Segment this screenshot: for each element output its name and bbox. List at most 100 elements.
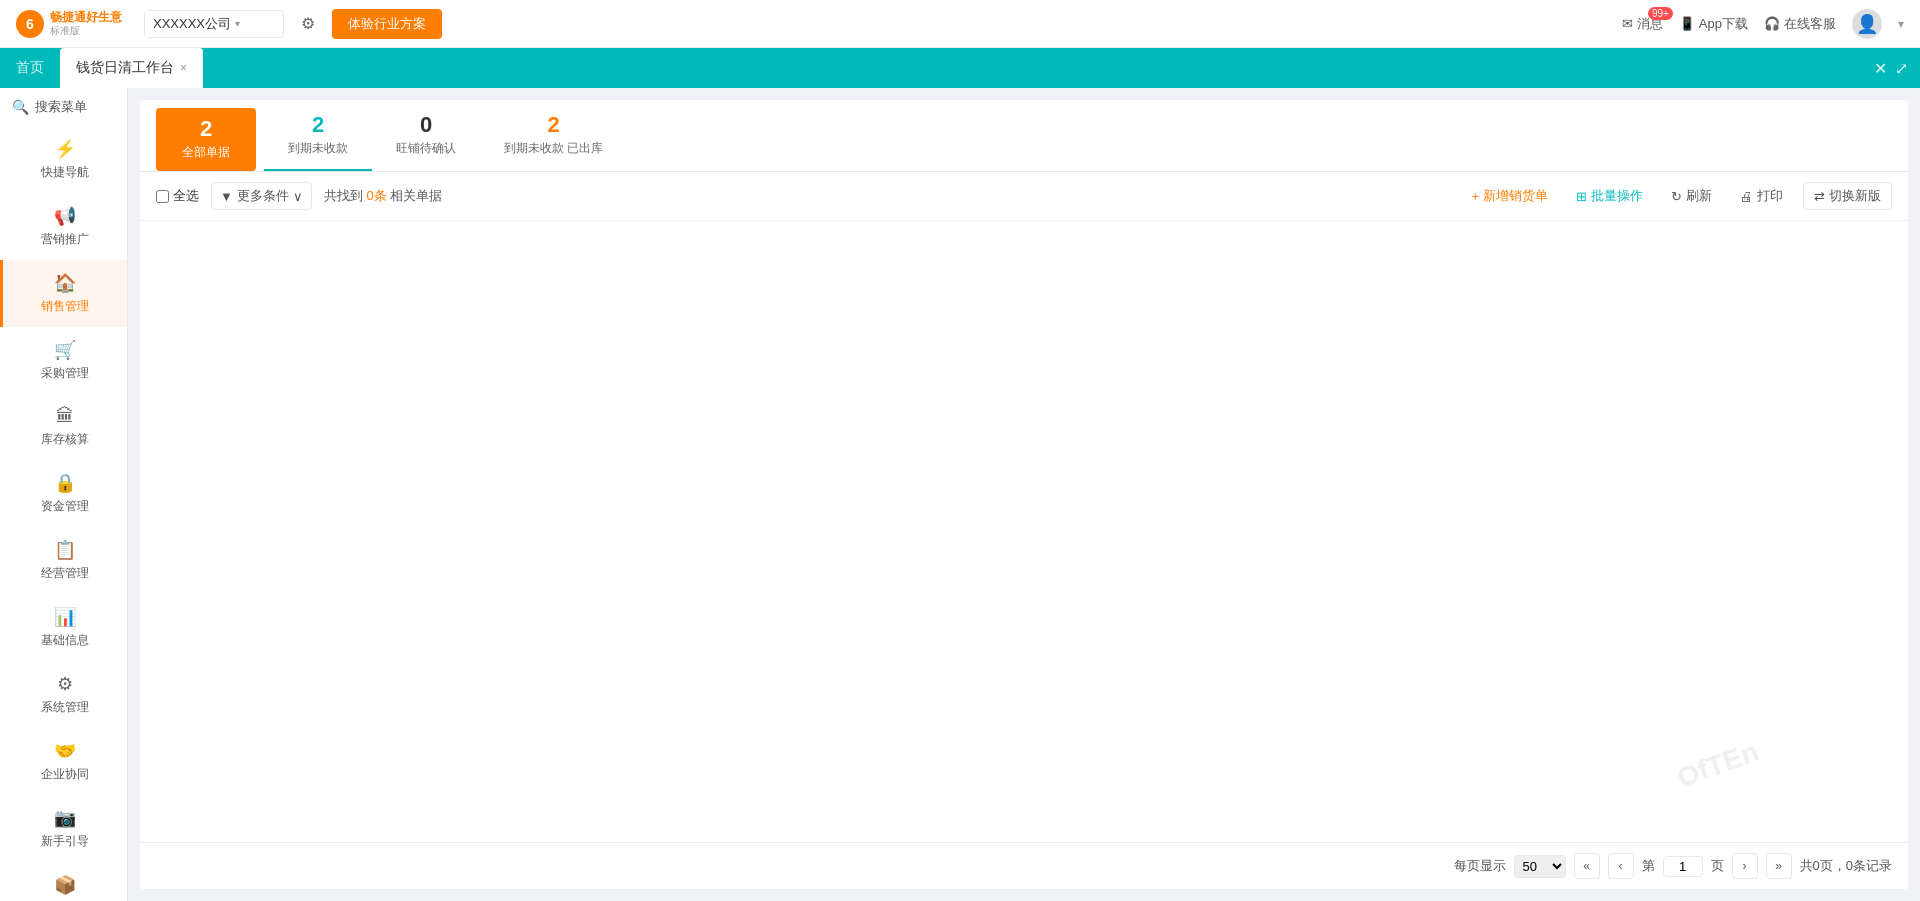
- experience-button[interactable]: 体验行业方案: [332, 9, 442, 39]
- batch-button[interactable]: ⊞ 批量操作: [1568, 183, 1651, 209]
- sidebar-item-kucunhesuan[interactable]: 🏛 库存核算: [0, 394, 127, 460]
- print-icon: 🖨: [1740, 189, 1753, 204]
- add-sales-button[interactable]: + 新增销货单: [1463, 183, 1556, 209]
- kucunhesuan-icon: 🏛: [56, 406, 74, 427]
- logo-area: 6 畅捷通好生意 标准版: [16, 10, 144, 38]
- content-inner: 2 全部单据 2 到期未收款 0 旺铺待确认 2 到期未收款 已出库: [140, 100, 1908, 889]
- user-menu[interactable]: ▾: [1898, 9, 1904, 39]
- switch-icon: ⇄: [1814, 189, 1825, 204]
- sidebar-item-kuaijiedaohang[interactable]: ⚡ 快捷导航: [0, 126, 127, 193]
- company-selector[interactable]: XXXXXX公司 ▾: [144, 10, 284, 38]
- logo-title: 畅捷通好生意: [50, 10, 122, 24]
- batch-icon: ⊞: [1576, 189, 1587, 204]
- message-button[interactable]: ✉ 消息 99+: [1622, 15, 1663, 33]
- jichuxinxi-icon: 📊: [54, 606, 76, 628]
- toolbar: 全选 ▼ 更多条件 ∨ 共找到 0条 相关单据 + 新增销货单 ⊞: [140, 172, 1908, 221]
- print-label: 打印: [1757, 187, 1783, 205]
- stats-wangpu-label: 旺铺待确认: [396, 140, 456, 157]
- per-page-select[interactable]: 50 100 200: [1514, 855, 1566, 878]
- chevron-down-icon: ▾: [235, 18, 240, 29]
- sidebar-item-jichuxinxi[interactable]: 📊 基础信息: [0, 594, 127, 661]
- page-first-button[interactable]: «: [1574, 853, 1600, 879]
- logo-icon: 6: [16, 10, 44, 38]
- stats-expired-label: 到期未收款: [288, 140, 348, 157]
- filter-chevron: ∨: [293, 189, 303, 204]
- sidebar: 🔍 搜索菜单 ⚡ 快捷导航 📢 营销推广 🏠 销售管理 🛒 采购管理 🏛 库存核…: [0, 88, 128, 901]
- sidebar-item-xiaoshouguanli[interactable]: 🏠 销售管理: [0, 260, 127, 327]
- tab-home[interactable]: 首页: [0, 48, 60, 88]
- caigouguanli-icon: 🛒: [54, 339, 76, 361]
- service-icon: 🎧: [1764, 16, 1780, 31]
- online-service-button[interactable]: 🎧 在线客服: [1764, 15, 1836, 33]
- checkbox-input[interactable]: [156, 190, 169, 203]
- stats-expired-shipped-num: 2: [548, 112, 560, 138]
- pagination-bar: 每页显示 50 100 200 « ‹ 第 页 › » 共0页，0条记录: [140, 842, 1908, 889]
- logo-subtitle: 标准版: [50, 25, 122, 37]
- page-suffix: 页: [1711, 857, 1724, 875]
- switch-version-button[interactable]: ⇄ 切换新版: [1803, 182, 1892, 210]
- stats-expired-num: 2: [312, 112, 324, 138]
- tab-qianhuorichang[interactable]: 钱货日清工作台 ×: [60, 48, 203, 88]
- sidebar-search[interactable]: 🔍 搜索菜单: [0, 88, 127, 126]
- stats-all-num: 2: [200, 116, 212, 142]
- app-download-button[interactable]: 📱 App下载: [1679, 15, 1748, 33]
- company-name: XXXXXX公司: [153, 15, 231, 33]
- sidebar-item-yingyongzhongxin[interactable]: 📦 应用中心: [0, 862, 127, 901]
- page-next-button[interactable]: ›: [1732, 853, 1758, 879]
- filter-icon: ▼: [220, 189, 233, 204]
- jingyingguanli-icon: 📋: [54, 539, 76, 561]
- message-badge: 99+: [1648, 7, 1673, 20]
- zijinguanli-icon: 🔒: [54, 472, 76, 494]
- logo-text: 畅捷通好生意 标准版: [50, 10, 122, 36]
- refresh-icon: ↻: [1671, 189, 1682, 204]
- yingyongzhongxin-icon: 📦: [54, 874, 76, 896]
- xinshouyindao-icon: 📷: [54, 807, 76, 829]
- toolbar-right: + 新增销货单 ⊞ 批量操作 ↻ 刷新 🖨 打印: [1463, 182, 1892, 210]
- page-prev-button[interactable]: ‹: [1608, 853, 1634, 879]
- add-label: 新增销货单: [1483, 187, 1548, 205]
- page-input[interactable]: [1663, 856, 1703, 877]
- yingxiaotuiguang-icon: 📢: [54, 205, 76, 227]
- stats-wangpu-num: 0: [420, 112, 432, 138]
- window-maximize-icon[interactable]: ⤢: [1895, 59, 1908, 78]
- service-label: 在线客服: [1784, 15, 1836, 33]
- xitongguanli-icon: ⚙: [57, 673, 73, 695]
- sidebar-item-jingyingguanli[interactable]: 📋 经营管理: [0, 527, 127, 594]
- stats-tab-wangpu[interactable]: 0 旺铺待确认: [372, 100, 480, 171]
- refresh-button[interactable]: ↻ 刷新: [1663, 183, 1720, 209]
- window-close-icon[interactable]: ✕: [1874, 59, 1887, 78]
- top-header: 6 畅捷通好生意 标准版 XXXXXX公司 ▾ ⚙ 体验行业方案 ✉ 消息 99…: [0, 0, 1920, 48]
- batch-label: 批量操作: [1591, 187, 1643, 205]
- kuaijiedaohang-icon: ⚡: [54, 138, 76, 160]
- search-icon: 🔍: [12, 99, 29, 115]
- add-icon: +: [1471, 189, 1479, 204]
- stats-tab-expired[interactable]: 2 到期未收款: [264, 100, 372, 171]
- print-button[interactable]: 🖨 打印: [1732, 183, 1791, 209]
- sidebar-item-zijinguanli[interactable]: 🔒 资金管理: [0, 460, 127, 527]
- page-last-button[interactable]: »: [1766, 853, 1792, 879]
- sidebar-item-xitongguanli[interactable]: ⚙ 系统管理: [0, 661, 127, 728]
- settings-button[interactable]: ⚙: [292, 8, 324, 40]
- stats-all-label: 全部单据: [182, 144, 230, 161]
- nav-tab-actions: ✕ ⤢: [1862, 59, 1920, 78]
- main-layout: 🔍 搜索菜单 ⚡ 快捷导航 📢 营销推广 🏠 销售管理 🛒 采购管理 🏛 库存核…: [0, 88, 1920, 901]
- filter-label: 更多条件: [237, 187, 289, 205]
- content-area: 2 全部单据 2 到期未收款 0 旺铺待确认 2 到期未收款 已出库: [128, 88, 1920, 901]
- sidebar-item-caigouguanli[interactable]: 🛒 采购管理: [0, 327, 127, 394]
- sidebar-item-yingxiaotuiguang[interactable]: 📢 营销推广: [0, 193, 127, 260]
- avatar[interactable]: 👤: [1852, 9, 1882, 39]
- select-all-checkbox[interactable]: 全选: [156, 187, 199, 205]
- stats-expired-shipped-label: 到期未收款 已出库: [504, 140, 603, 157]
- sidebar-item-xinshouyindao[interactable]: 📷 新手引导: [0, 795, 127, 862]
- filter-button[interactable]: ▼ 更多条件 ∨: [211, 182, 312, 210]
- sidebar-item-qiyexietong[interactable]: 🤝 企业协同: [0, 728, 127, 795]
- found-text: 共找到 0条 相关单据: [324, 187, 442, 205]
- refresh-label: 刷新: [1686, 187, 1712, 205]
- stats-tab-expired-shipped[interactable]: 2 到期未收款 已出库: [480, 100, 627, 171]
- sidebar-search-label: 搜索菜单: [35, 98, 87, 116]
- stats-tab-all[interactable]: 2 全部单据: [156, 108, 256, 171]
- message-icon: ✉: [1622, 16, 1633, 31]
- tab-close-icon[interactable]: ×: [180, 61, 187, 75]
- found-num: 0条: [367, 188, 387, 203]
- app-icon: 📱: [1679, 16, 1695, 31]
